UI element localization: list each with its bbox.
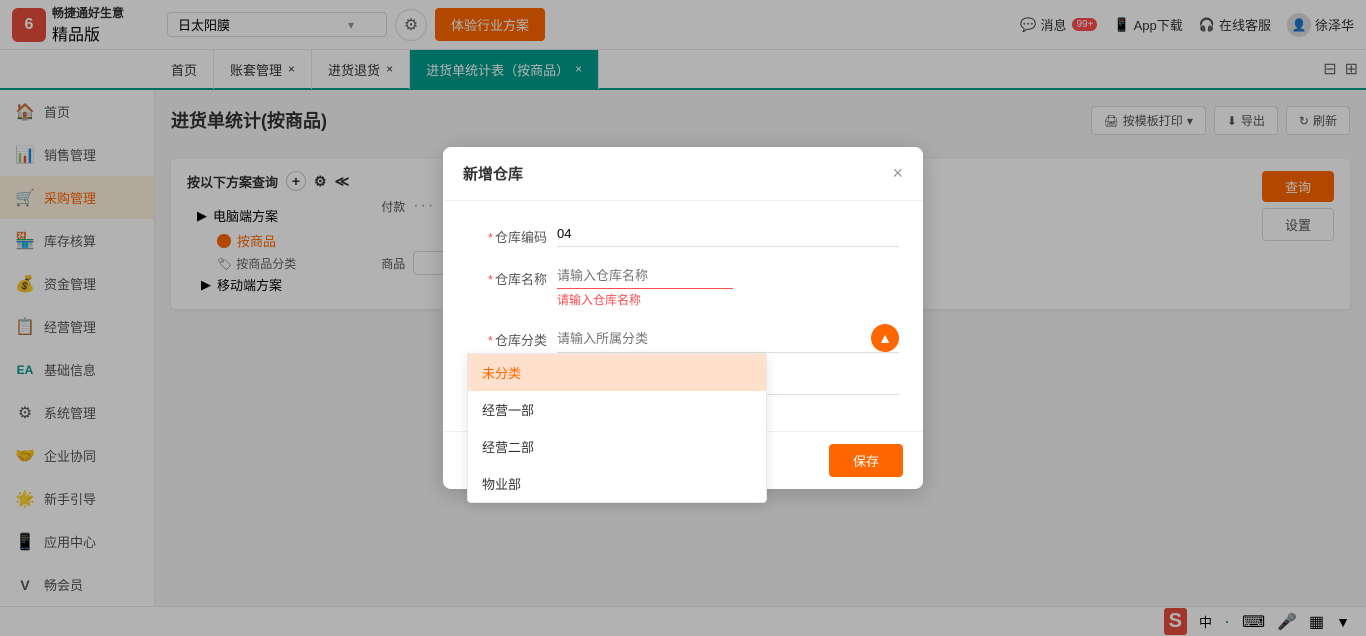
category-input-wrap: ▲ 未分类 经营一部 经营二部 物业部 [557,324,899,353]
category-input-area: ▲ [557,324,899,353]
dropdown-item-1[interactable]: 经营一部 [468,391,766,428]
category-input[interactable] [557,326,871,351]
name-input-wrap: 请输入仓库名称 [557,263,899,308]
category-dropdown: 未分类 经营一部 经营二部 物业部 [467,353,767,503]
name-input[interactable] [557,263,733,289]
dropdown-item-0[interactable]: 未分类 [468,354,766,391]
modal-title: 新增仓库 [463,163,523,184]
form-group-category: *仓库分类 ▲ 未分类 经营一部 经营二部 物业部 [467,324,899,353]
dropdown-item-2[interactable]: 经营二部 [468,428,766,465]
dropdown-item-3[interactable]: 物业部 [468,465,766,502]
save-button[interactable]: 保存 [829,444,903,477]
code-label: *仓库编码 [467,221,547,246]
name-label: *仓库名称 [467,263,547,288]
modal-close-button[interactable]: × [892,163,903,184]
name-error-msg: 请输入仓库名称 [557,291,899,308]
category-toggle-btn[interactable]: ▲ [871,324,899,352]
category-label: *仓库分类 [467,324,547,349]
modal-new-warehouse: 新增仓库 × *仓库编码 *仓库名称 请输入仓库名称 [443,147,923,489]
form-group-name: *仓库名称 请输入仓库名称 [467,263,899,308]
modal-body: *仓库编码 *仓库名称 请输入仓库名称 *仓库分类 [443,201,923,431]
code-input[interactable] [557,221,899,247]
form-group-code: *仓库编码 [467,221,899,247]
modal-header: 新增仓库 × [443,147,923,201]
